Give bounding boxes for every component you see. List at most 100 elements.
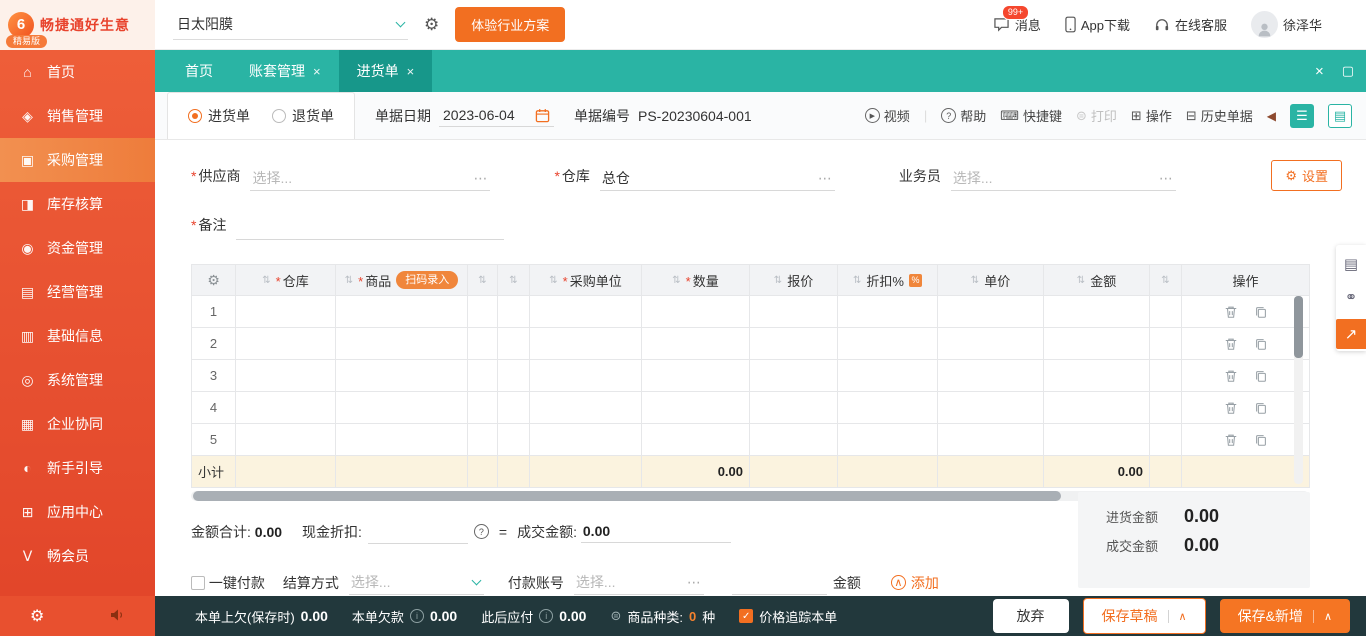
pay-amount-input[interactable] [731, 570, 827, 594]
cell[interactable] [235, 391, 336, 424]
cell[interactable] [335, 391, 468, 424]
sidebar-item-purchase[interactable]: 采购管理 [0, 138, 155, 182]
pay-account-picker-icon[interactable] [684, 574, 704, 591]
warehouse-picker-icon[interactable] [815, 170, 835, 187]
clerk-input[interactable] [950, 166, 1156, 190]
sidebar-item-guide[interactable]: 新手引导 [0, 446, 155, 490]
price-track-checkbox[interactable] [739, 609, 754, 623]
cell[interactable] [235, 327, 336, 360]
vertical-scrollbar-thumb[interactable] [1294, 296, 1303, 358]
col-product[interactable]: 商品扫码录入 [335, 264, 468, 296]
save-draft-button[interactable]: 保存草稿 [1082, 598, 1206, 634]
cell[interactable] [641, 391, 750, 424]
sort-icon[interactable] [853, 275, 861, 286]
sidebar-item-system[interactable]: 系统管理 [0, 358, 155, 402]
grid-settings-button[interactable]: 设置 [1271, 160, 1342, 191]
industry-trial-button[interactable]: 体验行业方案 [455, 7, 566, 42]
remark-input[interactable] [236, 215, 505, 239]
cell[interactable] [837, 295, 938, 328]
supplier-input[interactable] [250, 166, 471, 190]
sidebar-item-business[interactable]: 经营管理 [0, 270, 155, 314]
cell[interactable] [937, 327, 1044, 360]
cell[interactable] [937, 295, 1044, 328]
sort-icon[interactable] [262, 275, 270, 286]
copy-row-icon[interactable] [1254, 433, 1268, 447]
cell[interactable] [749, 359, 838, 392]
cell[interactable] [497, 295, 530, 328]
cell[interactable] [1043, 359, 1150, 392]
warehouse-input[interactable] [599, 166, 815, 190]
tab-close-icon[interactable] [407, 64, 415, 79]
radio-purchase-order[interactable]: 进货单 [188, 106, 250, 126]
cell[interactable] [529, 391, 642, 424]
info-icon[interactable]: i [539, 609, 554, 623]
copy-row-icon[interactable] [1254, 305, 1268, 319]
col-warehouse[interactable]: 仓库 [235, 264, 336, 296]
col-discount[interactable]: 折扣%% [837, 264, 938, 296]
cell[interactable] [235, 423, 336, 456]
sort-icon[interactable] [672, 275, 680, 286]
sidebar-item-home[interactable]: 首页 [0, 50, 155, 94]
cell[interactable] [235, 359, 336, 392]
cell[interactable] [497, 391, 530, 424]
col-unit[interactable]: 采购单位 [529, 264, 642, 296]
video-help-link[interactable]: 视频 [864, 106, 910, 125]
cell[interactable] [467, 359, 498, 392]
calendar-icon[interactable] [535, 108, 550, 123]
cell[interactable] [529, 423, 642, 456]
account-book-select[interactable]: 日太阳膜 [173, 9, 408, 40]
settings-gear-icon[interactable] [30, 606, 44, 626]
cell[interactable] [1149, 423, 1182, 456]
cell[interactable] [837, 391, 938, 424]
column-settings-cell[interactable] [191, 264, 236, 296]
cell[interactable] [467, 423, 498, 456]
online-service-button[interactable]: 在线客服 [1154, 15, 1227, 34]
sidebar-item-sales[interactable]: 销售管理 [0, 94, 155, 138]
cell[interactable] [467, 295, 498, 328]
cell[interactable] [497, 423, 530, 456]
cell[interactable] [837, 359, 938, 392]
discount-help-icon[interactable]: ? [473, 524, 489, 539]
sidebar-item-baseinfo[interactable]: 基础信息 [0, 314, 155, 358]
cell[interactable] [335, 327, 468, 360]
col-price[interactable]: 单价 [937, 264, 1044, 296]
cell[interactable] [1149, 327, 1182, 360]
caret-up-icon[interactable] [1167, 609, 1187, 623]
cell[interactable] [235, 295, 336, 328]
cash-discount-input[interactable] [367, 519, 468, 543]
col-narrow-3[interactable] [1149, 264, 1182, 296]
radio-return-order[interactable]: 退货单 [272, 106, 334, 126]
sidebar-item-funds[interactable]: 资金管理 [0, 226, 155, 270]
cell[interactable] [641, 295, 750, 328]
cell[interactable] [937, 359, 1044, 392]
cell[interactable] [1043, 327, 1150, 360]
history-docs-button[interactable]: 历史单据 [1186, 106, 1253, 125]
sidebar-item-collab[interactable]: 企业协同 [0, 402, 155, 446]
cell[interactable] [749, 391, 838, 424]
cell[interactable] [937, 391, 1044, 424]
one-click-pay-checkbox[interactable] [191, 575, 205, 590]
save-and-new-button[interactable]: 保存&新增 [1219, 599, 1350, 633]
sort-icon[interactable] [1077, 275, 1085, 286]
list-view-toggle[interactable] [1290, 103, 1314, 128]
cell[interactable] [641, 359, 750, 392]
col-amount[interactable]: 金额 [1043, 264, 1150, 296]
cell[interactable] [529, 327, 642, 360]
sidebar-item-inventory[interactable]: 库存核算 [0, 182, 155, 226]
delete-row-icon[interactable] [1224, 337, 1238, 351]
cell[interactable] [1043, 423, 1150, 456]
cell[interactable] [1149, 295, 1182, 328]
cell[interactable] [837, 327, 938, 360]
cell[interactable] [497, 327, 530, 360]
sort-icon[interactable] [478, 275, 486, 286]
cell[interactable] [641, 423, 750, 456]
messages-button[interactable]: 99+ 消息 [993, 5, 1041, 34]
col-quote[interactable]: 报价 [749, 264, 838, 296]
form-assistant-button[interactable] [1336, 247, 1366, 280]
col-narrow-2[interactable] [497, 264, 530, 296]
shortcut-keys-button[interactable]: 快捷键 [1000, 106, 1062, 125]
caret-up-icon[interactable] [1312, 609, 1332, 623]
cell[interactable] [497, 359, 530, 392]
cell[interactable] [467, 327, 498, 360]
scan-entry-button[interactable]: 扫码录入 [396, 271, 459, 289]
